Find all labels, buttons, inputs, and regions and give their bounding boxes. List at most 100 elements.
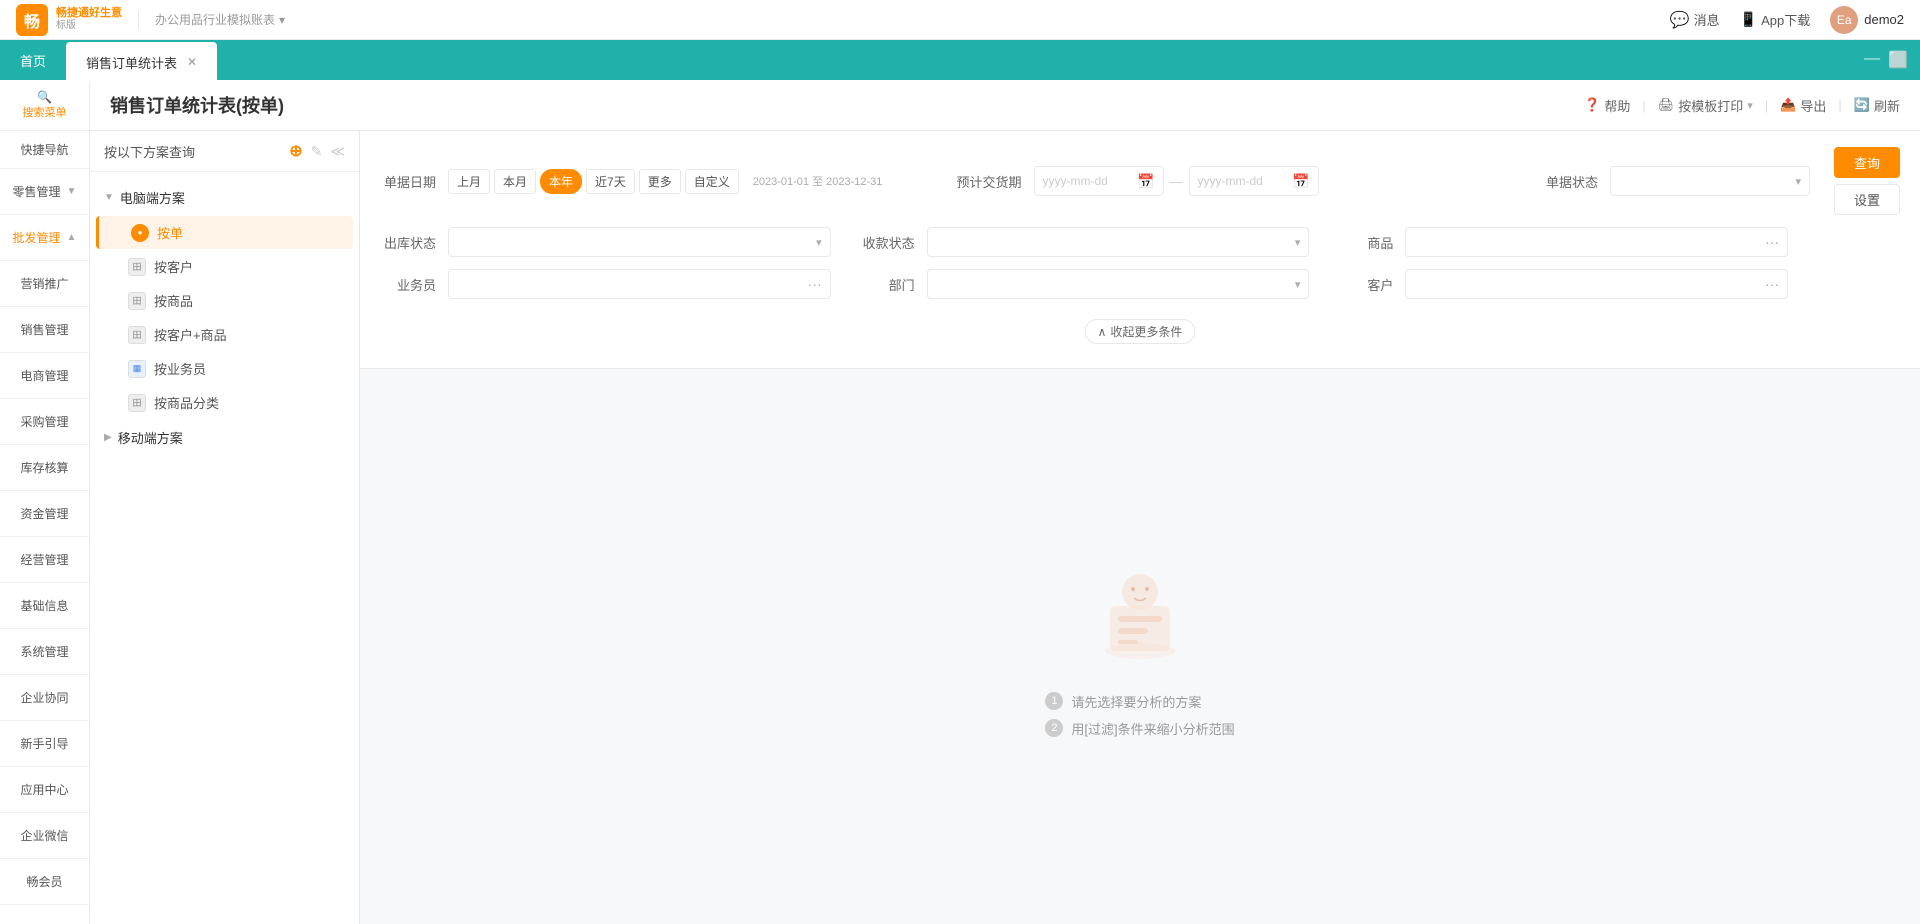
sidebar-item-operations[interactable]: 经营管理 (0, 537, 89, 583)
sidebar-search[interactable]: 🔍 搜索菜单 (0, 80, 89, 131)
tree-pc-section[interactable]: ▼ 电脑端方案 (90, 180, 359, 215)
user-area[interactable]: Ea demo2 (1830, 6, 1904, 34)
salesman-label: 业务员 (380, 275, 436, 294)
calendar-end-icon[interactable]: 📅 (1292, 173, 1309, 190)
sidebar-item-inventory[interactable]: 库存核算 (0, 445, 89, 491)
print-button[interactable]: 🖨 按模板打印 ▾ (1658, 96, 1753, 115)
tab-close-icon[interactable]: ✕ (187, 55, 197, 69)
app-version-label: 标版 (56, 20, 122, 32)
help-button[interactable]: ❓ 帮助 (1584, 96, 1630, 115)
department-arrow-icon: ▾ (1295, 278, 1301, 291)
print-arrow-icon: ▾ (1747, 99, 1753, 112)
edit-scheme-icon[interactable]: ✎ (311, 143, 323, 160)
message-button[interactable]: 💬 消息 (1670, 10, 1720, 30)
date-btn-more[interactable]: 更多 (639, 169, 681, 194)
tree-mobile-section[interactable]: ▶ 移动端方案 (90, 420, 359, 455)
expected-date-label: 预计交货期 (956, 172, 1021, 191)
search-icon: 🔍 (37, 90, 52, 104)
filter-row-3: 业务员 ··· 部门 ▾ 客户 ··· (380, 269, 1900, 299)
sidebar-item-purchase[interactable]: 采购管理 (0, 399, 89, 445)
empty-tips: 1 请先选择要分析的方案 2 用[过滤]条件来缩小分析范围 (1045, 692, 1234, 738)
download-icon: 📱 (1740, 11, 1757, 28)
date-range-display: 2023-01-01 至 2023-12-31 (753, 173, 883, 189)
avatar: Ea (1830, 6, 1858, 34)
app-download-button[interactable]: 📱 App下载 (1740, 10, 1811, 29)
sidebar-item-system[interactable]: 系统管理 (0, 629, 89, 675)
sidebar-item-wechat[interactable]: 企业微信 (0, 813, 89, 859)
date-btn-this-month[interactable]: 本月 (494, 169, 536, 194)
settings-button[interactable]: 设置 (1834, 184, 1900, 215)
scheme-tree: ▼ 电脑端方案 ● 按单 田 按客户 田 (90, 172, 359, 463)
empty-illustration (1080, 556, 1200, 676)
sidebar-item-ecommerce[interactable]: 电商管理 (0, 353, 89, 399)
query-btn-area: 查询 设置 (1834, 147, 1900, 215)
app-subtitle: 办公用品行业模拟账表 ▾ (155, 11, 285, 28)
date-btn-last-7[interactable]: 近7天 (586, 169, 635, 194)
order-status-label: 单据状态 (1542, 172, 1598, 191)
tip-num-1: 1 (1045, 692, 1063, 710)
tree-item-by-salesman[interactable]: ▦ 按业务员 (96, 352, 353, 385)
calendar-start-icon[interactable]: 📅 (1137, 173, 1154, 190)
tree-item-by-category[interactable]: 田 按商品分类 (96, 386, 353, 419)
ship-status-arrow-icon: ▾ (816, 236, 822, 249)
empty-tip-2: 2 用[过滤]条件来缩小分析范围 (1045, 719, 1234, 738)
print-icon: 🖨 (1658, 97, 1675, 113)
tab-sales-stats[interactable]: 销售订单统计表 ✕ (66, 42, 217, 82)
salesman-more-icon[interactable]: ··· (808, 276, 822, 292)
add-scheme-icon[interactable]: ⊕ (289, 141, 302, 161)
sidebar-item-marketing[interactable]: 营销推广 (0, 261, 89, 307)
filter-row-1: 单据日期 上月 本月 本年 近7天 更多 自定义 2023- (380, 147, 1900, 215)
date-label: 单据日期 (380, 172, 436, 191)
product-label: 商品 (1337, 233, 1393, 252)
sidebar-item-basic[interactable]: 基础信息 (0, 583, 89, 629)
tab-home[interactable]: 首页 (0, 40, 66, 80)
department-select[interactable]: ▾ (927, 269, 1310, 299)
filter-row-2: 出库状态 ▾ 收款状态 ▾ 商品 ··· (380, 227, 1900, 257)
sidebar-item-sales[interactable]: 销售管理 (0, 307, 89, 353)
sidebar-item-newbie[interactable]: 新手引导 (0, 721, 89, 767)
product-more-icon[interactable]: ··· (1765, 234, 1779, 250)
top-bar-right: 💬 消息 📱 App下载 Ea demo2 (1670, 6, 1904, 34)
app-logo: 畅 (16, 4, 48, 36)
customer-input[interactable]: ··· (1405, 269, 1788, 299)
date-btn-last-month[interactable]: 上月 (448, 169, 490, 194)
sidebar-item-member[interactable]: 畅会员 (0, 859, 89, 905)
query-button[interactable]: 查询 (1834, 147, 1900, 178)
payment-status-select[interactable]: ▾ (927, 227, 1310, 257)
date-btn-custom[interactable]: 自定义 (685, 169, 739, 194)
by-product-icon: 田 (128, 292, 146, 310)
refresh-button[interactable]: 🔄 刷新 (1854, 96, 1900, 115)
expected-date-end-input[interactable]: yyyy-mm-dd 📅 (1189, 166, 1319, 196)
dropdown-arrow-icon[interactable]: ▾ (279, 13, 285, 27)
order-status-select[interactable]: ▾ (1610, 166, 1810, 196)
expected-date-start-input[interactable]: yyyy-mm-dd 📅 (1034, 166, 1164, 196)
sidebar-item-wholesale[interactable]: 批发管理 ▲ (0, 215, 89, 261)
window-minimize-icon[interactable]: — (1864, 50, 1880, 70)
date-btn-this-year[interactable]: 本年 (540, 169, 582, 194)
ship-status-select[interactable]: ▾ (448, 227, 831, 257)
order-status-arrow-icon: ▾ (1795, 175, 1801, 188)
tree-item-by-customer[interactable]: 田 按客户 (96, 250, 353, 283)
page-title: 销售订单统计表(按单) (110, 92, 284, 118)
tab-bar: 首页 销售订单统计表 ✕ — ⬜ (0, 40, 1920, 80)
collapse-panel-icon[interactable]: ≪ (330, 143, 345, 160)
tree-item-by-order[interactable]: ● 按单 (96, 216, 353, 249)
salesman-input[interactable]: ··· (448, 269, 831, 299)
sidebar-quick-nav[interactable]: 快捷导航 (0, 131, 89, 169)
tree-item-by-cust-prod[interactable]: 田 按客户+商品 (96, 318, 353, 351)
customer-more-icon[interactable]: ··· (1765, 276, 1779, 292)
by-order-icon: ● (131, 224, 149, 242)
tree-pc-label: 电脑端方案 (120, 188, 185, 207)
window-maximize-icon[interactable]: ⬜ (1888, 50, 1908, 70)
sidebar-item-retail[interactable]: 零售管理 ▼ (0, 169, 89, 215)
export-button[interactable]: 📤 导出 (1780, 96, 1826, 115)
sidebar-item-corp[interactable]: 企业协同 (0, 675, 89, 721)
product-input[interactable]: ··· (1405, 227, 1788, 257)
date-quick-btns: 上月 本月 本年 近7天 更多 自定义 (448, 169, 739, 194)
collapse-button[interactable]: ∧ 收起更多条件 (1085, 319, 1196, 344)
sidebar-item-appstore[interactable]: 应用中心 (0, 767, 89, 813)
tree-item-by-product[interactable]: 田 按商品 (96, 284, 353, 317)
export-icon: 📤 (1780, 97, 1796, 113)
sidebar-item-finance[interactable]: 资金管理 (0, 491, 89, 537)
page-header: 销售订单统计表(按单) ❓ 帮助 | 🖨 按模板打印 ▾ | 📤 导出 | (90, 80, 1920, 131)
